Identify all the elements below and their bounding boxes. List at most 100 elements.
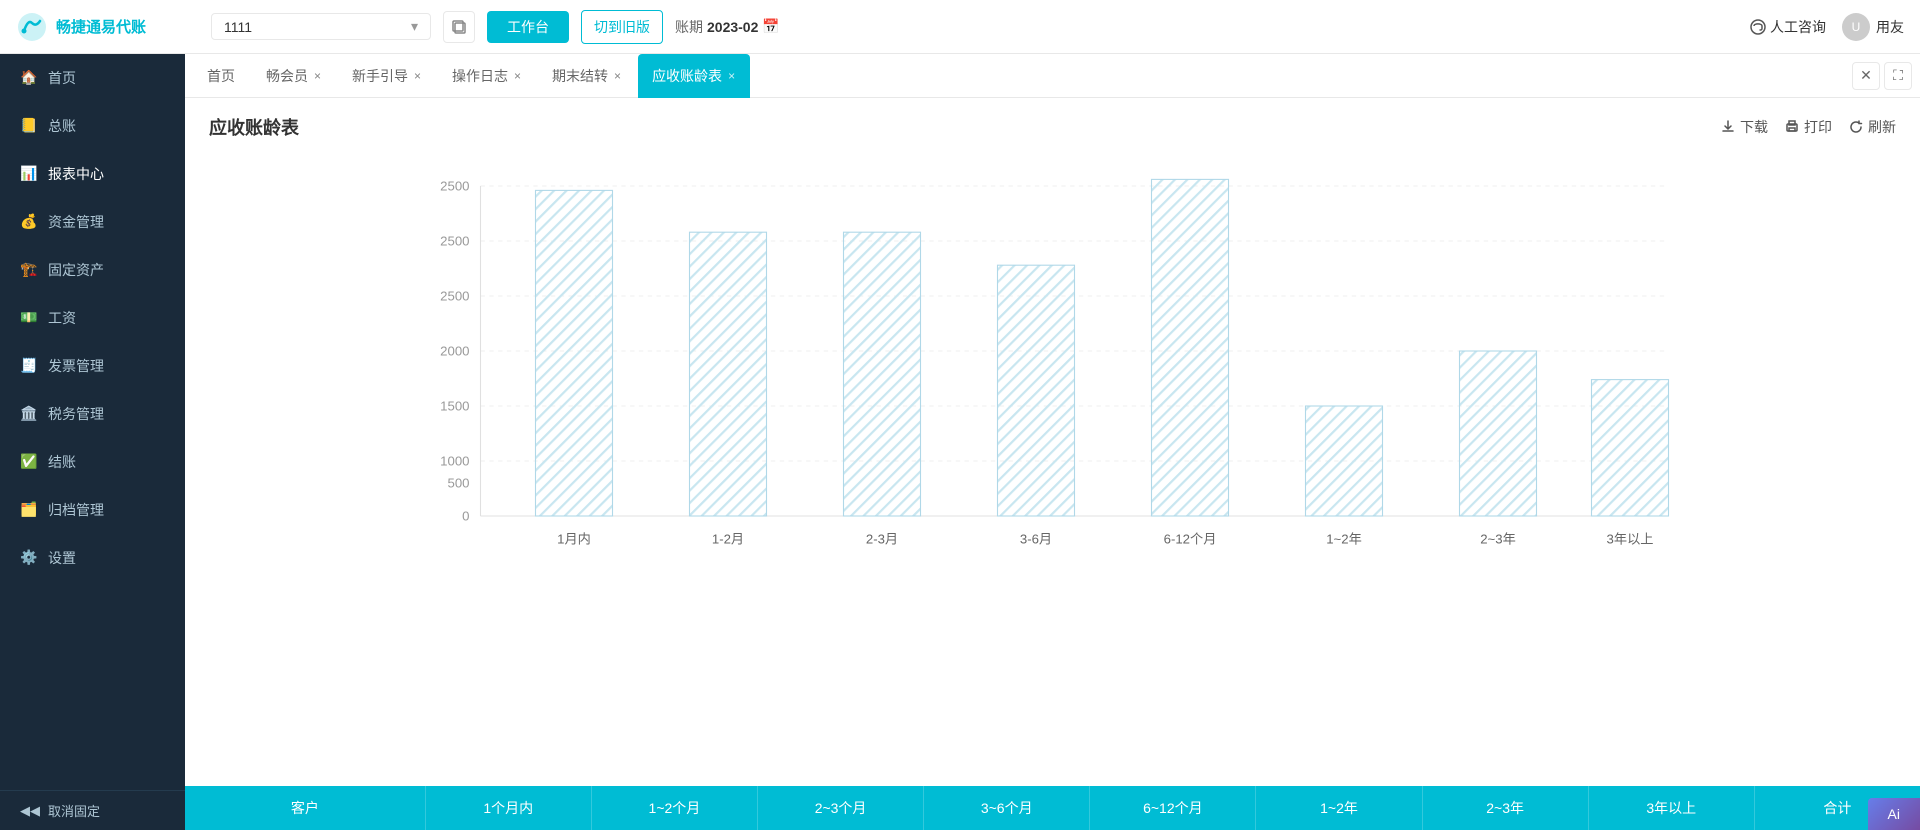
svg-text:1月内: 1月内 [557, 532, 591, 547]
sidebar-label: 工资 [48, 308, 76, 328]
logo-area: 畅捷通易代账 [16, 11, 201, 43]
tab-close-icon[interactable]: × [414, 69, 421, 83]
user-name: 用友 [1876, 17, 1904, 37]
sidebar-item-总账[interactable]: 📒 总账 [0, 102, 185, 150]
checkout-icon: ✅ [20, 453, 38, 471]
sidebar-item-资金管理[interactable]: 💰 资金管理 [0, 198, 185, 246]
svg-text:3-6月: 3-6月 [1020, 532, 1052, 547]
table-header-cell: 3~6个月 [924, 786, 1090, 830]
headset-icon [1750, 19, 1766, 35]
svg-text:1~2年: 1~2年 [1326, 532, 1362, 547]
period-label: 账期 [675, 17, 703, 37]
svg-text:1500: 1500 [440, 398, 469, 413]
sidebar-label: 报表中心 [48, 164, 104, 184]
tab-期末结转[interactable]: 期末结转 × [538, 54, 636, 98]
table-header-cell: 3年以上 [1589, 786, 1755, 830]
tab-应收账龄表[interactable]: 应收账龄表× [638, 54, 750, 98]
sidebar-item-工资[interactable]: 💵 工资 [0, 294, 185, 342]
download-label: 下载 [1740, 117, 1768, 137]
archive-icon: 🗂️ [20, 501, 38, 519]
sidebar-item-设置[interactable]: ⚙️ 设置 [0, 534, 185, 582]
table-header-cell: 1个月内 [426, 786, 592, 830]
sidebar-label: 资金管理 [48, 212, 104, 232]
svg-text:500: 500 [447, 475, 469, 490]
tab-close-icon[interactable]: × [514, 69, 521, 83]
close-tab-button[interactable]: ✕ [1852, 62, 1880, 90]
sidebar: 🏠 首页 📒 总账 📊 报表中心 💰 资金管理 🏗️ 固定资产 💵 工资 🧾 发… [0, 54, 185, 830]
table-header-cell: 2~3年 [1423, 786, 1589, 830]
svg-text:6-12个月: 6-12个月 [1164, 532, 1217, 547]
tab-close-icon[interactable]: × [728, 69, 735, 83]
top-right-actions: 人工咨询 U 用友 [1750, 13, 1904, 41]
company-selector[interactable]: 1111 ▾ [211, 13, 431, 40]
sidebar-item-税务管理[interactable]: 🏛️ 税务管理 [0, 390, 185, 438]
company-name: 1111 [224, 19, 403, 35]
refresh-button[interactable]: 刷新 [1848, 117, 1896, 137]
tab-close-icon[interactable]: × [614, 69, 621, 83]
tab-label: 首页 [207, 66, 235, 86]
unpin-label: 取消固定 [48, 801, 100, 820]
sidebar-label: 首页 [48, 68, 76, 88]
copy-icon [451, 19, 467, 35]
consult-button[interactable]: 人工咨询 [1750, 17, 1826, 37]
tab-首页[interactable]: 首页 [193, 54, 250, 98]
sidebar-label: 税务管理 [48, 404, 104, 424]
svg-text:2-3月: 2-3月 [866, 532, 898, 547]
workbench-button[interactable]: 工作台 [487, 11, 569, 43]
sidebar-label: 总账 [48, 116, 76, 136]
svg-text:1-2月: 1-2月 [712, 532, 744, 547]
svg-text:2~3年: 2~3年 [1480, 532, 1516, 547]
tab-label: 操作日志 [452, 66, 508, 86]
table-header-cell: 客户 [185, 786, 426, 830]
ledger-icon: 📒 [20, 117, 38, 135]
page-title: 应收账龄表 [209, 114, 299, 140]
tab-label: 期末结转 [552, 66, 608, 86]
page-header: 应收账龄表 下载 [185, 98, 1920, 148]
table-header: 客户1个月内1~2个月2~3个月3~6个月6~12个月1~2年2~3年3年以上合… [185, 786, 1920, 830]
asset-icon: 🏗️ [20, 261, 38, 279]
sidebar-item-结账[interactable]: ✅ 结账 [0, 438, 185, 486]
tab-操作日志[interactable]: 操作日志 × [438, 54, 536, 98]
header-actions: 下载 打印 [1720, 117, 1896, 137]
sidebar-item-报表中心[interactable]: 📊 报表中心 [0, 150, 185, 198]
sidebar-label: 设置 [48, 548, 76, 568]
table-header-cell: 6~12个月 [1090, 786, 1256, 830]
svg-text:3年以上: 3年以上 [1607, 532, 1654, 547]
sidebar-item-归档管理[interactable]: 🗂️ 归档管理 [0, 486, 185, 534]
setting-icon: ⚙️ [20, 549, 38, 567]
chevron-down-icon: ▾ [411, 18, 418, 35]
tab-新手引导[interactable]: 新手引导 × [338, 54, 436, 98]
logo-text: 畅捷通易代账 [56, 16, 146, 37]
tab-bar: 首页畅会员×新手引导×操作日志×期末结转×应收账龄表× ✕ ⛶ [185, 54, 1920, 98]
copy-button[interactable] [443, 11, 475, 43]
fund-icon: 💰 [20, 213, 38, 231]
svg-text:0: 0 [462, 508, 469, 523]
sidebar-item-发票管理[interactable]: 🧾 发票管理 [0, 342, 185, 390]
ai-badge[interactable]: Ai [1868, 798, 1920, 830]
switch-button[interactable]: 切到旧版 [581, 10, 663, 44]
sidebar-label: 固定资产 [48, 260, 104, 280]
sidebar-item-固定资产[interactable]: 🏗️ 固定资产 [0, 246, 185, 294]
refresh-label: 刷新 [1868, 117, 1896, 137]
home-icon: 🏠 [20, 69, 38, 87]
sidebar-label: 归档管理 [48, 500, 104, 520]
sidebar-item-首页[interactable]: 🏠 首页 [0, 54, 185, 102]
table-header-cell: 2~3个月 [758, 786, 924, 830]
print-label: 打印 [1804, 117, 1832, 137]
sidebar-unpin-button[interactable]: ◀◀ 取消固定 [0, 790, 185, 830]
print-icon [1784, 119, 1800, 135]
main-area: 🏠 首页 📒 总账 📊 报表中心 💰 资金管理 🏗️ 固定资产 💵 工资 🧾 发… [0, 54, 1920, 830]
sidebar-scroll: 🏠 首页 📒 总账 📊 报表中心 💰 资金管理 🏗️ 固定资产 💵 工资 🧾 发… [0, 54, 185, 790]
user-button[interactable]: U 用友 [1842, 13, 1904, 41]
download-icon [1720, 119, 1736, 135]
download-button[interactable]: 下载 [1720, 117, 1768, 137]
consult-label: 人工咨询 [1770, 17, 1826, 37]
calendar-icon[interactable]: 📅 [762, 18, 779, 35]
tab-label: 新手引导 [352, 66, 408, 86]
svg-text:1000: 1000 [440, 453, 469, 468]
tab-close-icon[interactable]: × [314, 69, 321, 83]
tab-畅会员[interactable]: 畅会员× [252, 54, 336, 98]
logo-icon [16, 11, 48, 43]
print-button[interactable]: 打印 [1784, 117, 1832, 137]
fullscreen-button[interactable]: ⛶ [1884, 62, 1912, 90]
